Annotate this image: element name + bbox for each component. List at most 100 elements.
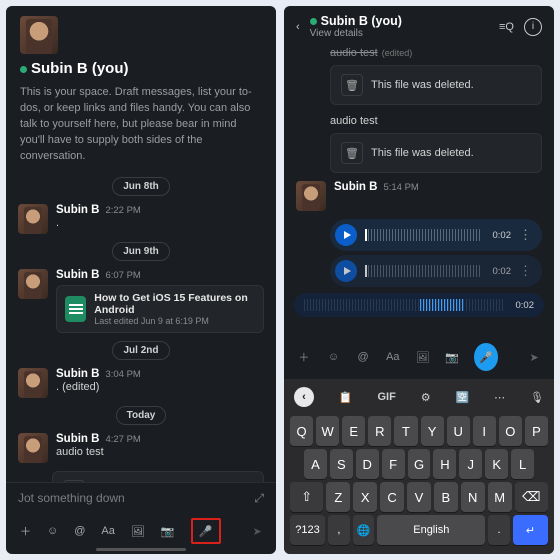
emoji-icon[interactable]: ☺	[47, 522, 58, 540]
key-s[interactable]: S	[330, 449, 353, 479]
image-icon[interactable]: 🖼	[415, 348, 431, 366]
home-indicator	[96, 548, 186, 551]
emoji-icon[interactable]: ☺	[326, 348, 342, 366]
message[interactable]: Subin B5:14 PM	[284, 177, 554, 215]
waveform[interactable]	[365, 265, 481, 277]
message[interactable]: Subin B2:22 PM .	[6, 200, 276, 238]
expand-icon[interactable]: ⤢	[254, 491, 264, 506]
key-space[interactable]: English	[377, 515, 485, 545]
send-icon[interactable]: ➤	[253, 522, 262, 540]
key-b[interactable]: B	[434, 482, 458, 512]
key-w[interactable]: W	[316, 416, 339, 446]
mic-button-highlighted[interactable]: 🎤	[191, 518, 221, 544]
key-a[interactable]: A	[304, 449, 327, 479]
key-shift[interactable]: ⇧	[290, 482, 323, 512]
format-icon[interactable]: Aa	[101, 522, 114, 540]
key-p[interactable]: P	[525, 416, 548, 446]
message-list[interactable]: Jun 8th Subin B2:22 PM . Jun 9th Subin B…	[6, 173, 276, 482]
key-t[interactable]: T	[394, 416, 417, 446]
key-k[interactable]: K	[485, 449, 508, 479]
date-divider[interactable]: Jun 8th	[6, 177, 276, 196]
translate-icon[interactable]: 🈳	[455, 391, 469, 404]
key-y[interactable]: Y	[421, 416, 444, 446]
avatar	[18, 204, 48, 234]
message-composer[interactable]: Jot something down ⤢	[6, 482, 276, 510]
gif-button[interactable]: GIF	[377, 391, 395, 403]
key-l[interactable]: L	[511, 449, 534, 479]
key-z[interactable]: Z	[326, 482, 350, 512]
back-icon[interactable]: ‹	[296, 21, 300, 33]
key-period[interactable]: .	[488, 515, 510, 545]
filter-icon[interactable]: ≡Q	[499, 21, 514, 33]
key-j[interactable]: J	[459, 449, 482, 479]
plus-icon[interactable]: ＋	[296, 348, 312, 366]
key-x[interactable]: X	[353, 482, 377, 512]
more-icon[interactable]: ⋯	[494, 391, 505, 404]
settings-icon[interactable]: ⚙	[421, 391, 431, 404]
play-icon[interactable]	[335, 260, 357, 282]
recording-bar[interactable]: 0:02	[294, 293, 544, 317]
audio-message[interactable]: 0:02 ⋮	[330, 219, 542, 251]
mention-icon[interactable]: @	[355, 348, 371, 366]
key-f[interactable]: F	[382, 449, 405, 479]
key-c[interactable]: C	[380, 482, 404, 512]
camera-icon[interactable]: 📷	[161, 522, 175, 540]
message[interactable]: Subin B4:27 PM audio test	[6, 429, 276, 467]
key-u[interactable]: U	[447, 416, 470, 446]
key-backspace[interactable]: ⌫	[515, 482, 548, 512]
key-r[interactable]: R	[368, 416, 391, 446]
audio-message[interactable]: 0:02 ⋮	[330, 255, 542, 287]
keyboard-row: A S D F G H J K L	[290, 449, 548, 479]
more-icon[interactable]: ⋮	[519, 231, 532, 239]
key-h[interactable]: H	[433, 449, 456, 479]
audio-duration: 0:02	[489, 230, 511, 241]
subtitle[interactable]: View details	[310, 28, 489, 39]
clipboard-icon[interactable]: 📋	[339, 391, 353, 404]
send-icon[interactable]: ➤	[526, 348, 542, 366]
key-q[interactable]: Q	[290, 416, 313, 446]
message[interactable]: Subin B6:07 PM How to Get iOS 15 Feature…	[6, 265, 276, 337]
deleted-text: This file was deleted.	[371, 79, 474, 91]
deleted-file-notice: 🗑 This file was deleted.	[330, 65, 542, 105]
info-icon[interactable]: i	[524, 18, 542, 36]
waveform[interactable]	[365, 229, 481, 241]
message[interactable]: Subin B3:04 PM . (edited)	[6, 364, 276, 402]
self-dm-intro: This is your space. Draft messages, list…	[6, 83, 276, 173]
file-title: How to Get iOS 15 Features on Android	[94, 292, 255, 316]
play-icon[interactable]	[335, 224, 357, 246]
mic-icon[interactable]: 🎙	[530, 391, 544, 404]
sender-name: Subin B	[56, 368, 99, 380]
key-d[interactable]: D	[356, 449, 379, 479]
mic-recording-button[interactable]: 🎤	[474, 343, 498, 371]
message-body: audio test(edited)	[284, 45, 554, 61]
composer-placeholder: Jot something down	[18, 491, 125, 505]
key-e[interactable]: E	[342, 416, 365, 446]
date-divider[interactable]: Today	[6, 406, 276, 425]
message-list[interactable]: audio test(edited) 🗑 This file was delet…	[284, 45, 554, 337]
date-divider[interactable]: Jun 9th	[6, 242, 276, 261]
key-i[interactable]: I	[473, 416, 496, 446]
edited-label: (edited)	[382, 48, 413, 58]
channel-header: Subin B (you)	[6, 6, 276, 83]
keyboard-suggestion-strip: ‹ 📋 GIF ⚙ 🈳 ⋯ 🎙	[288, 383, 550, 413]
key-g[interactable]: G	[408, 449, 431, 479]
trash-icon: 🗑	[341, 142, 363, 164]
title-text: Subin B (you)	[31, 60, 129, 77]
key-m[interactable]: M	[488, 482, 512, 512]
more-icon[interactable]: ⋮	[519, 267, 532, 275]
key-v[interactable]: V	[407, 482, 431, 512]
plus-icon[interactable]: ＋	[20, 522, 31, 540]
keyboard-collapse-icon[interactable]: ‹	[294, 387, 314, 407]
mention-icon[interactable]: @	[74, 522, 85, 540]
date-divider[interactable]: Jul 2nd	[6, 341, 276, 360]
key-n[interactable]: N	[461, 482, 485, 512]
key-enter[interactable]: ↵	[513, 515, 548, 545]
key-symbols[interactable]: ?123	[290, 515, 325, 545]
key-o[interactable]: O	[499, 416, 522, 446]
key-language[interactable]: 🌐	[353, 515, 375, 545]
format-icon[interactable]: Aa	[385, 348, 401, 366]
image-icon[interactable]: 🖼	[131, 522, 145, 540]
key-comma[interactable]: ,	[328, 515, 350, 545]
file-attachment[interactable]: How to Get iOS 15 Features on Android La…	[56, 285, 264, 333]
camera-icon[interactable]: 📷	[444, 348, 460, 366]
